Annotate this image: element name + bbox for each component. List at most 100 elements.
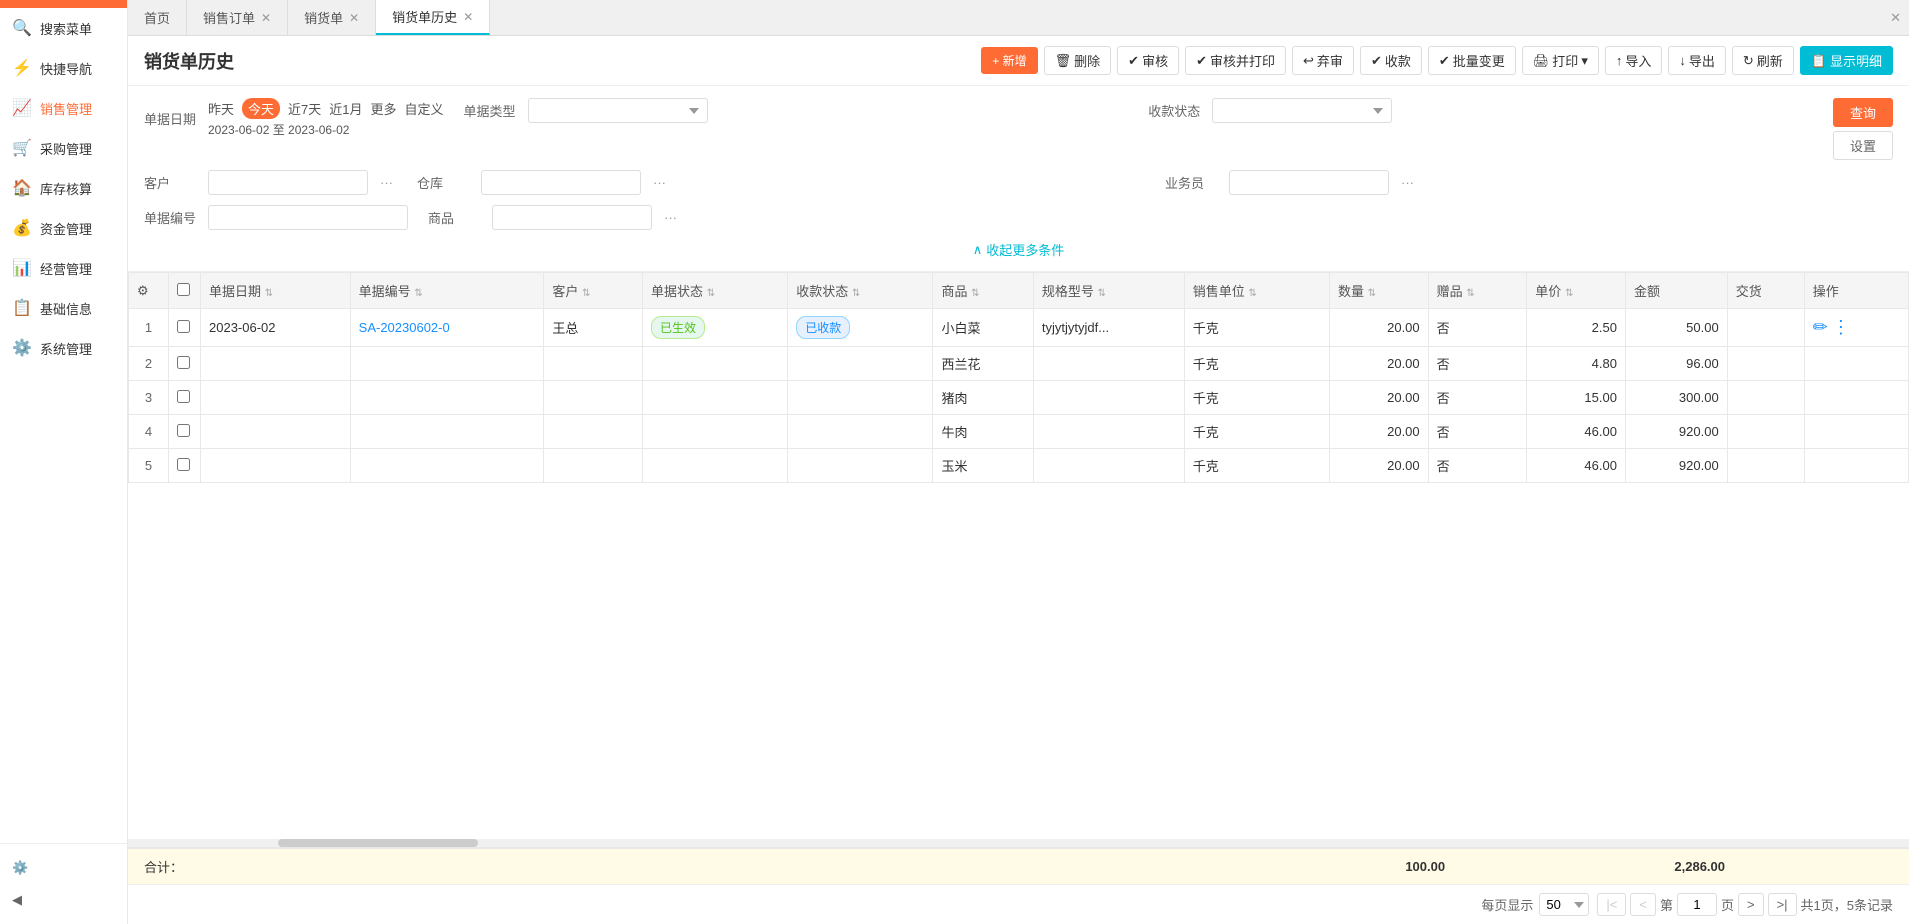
tab-sales-goods-label: 销货单 xyxy=(304,8,343,27)
import-button[interactable]: ↑ 导入 xyxy=(1605,46,1663,75)
last-page-btn[interactable]: >| xyxy=(1768,893,1797,916)
col-gift[interactable]: 赠品 ⇅ xyxy=(1428,273,1527,309)
audit-print-label: 审核并打印 xyxy=(1210,51,1275,70)
scrollbar-thumb[interactable] xyxy=(278,839,478,847)
doc-type-select[interactable] xyxy=(528,98,708,123)
row-doc-number xyxy=(350,449,544,483)
audit-print-button[interactable]: ✔ 审核并打印 xyxy=(1185,46,1286,75)
col-settings[interactable]: ⚙ xyxy=(129,273,169,309)
row-checkbox[interactable] xyxy=(169,309,201,347)
row-gift: 否 xyxy=(1428,309,1527,347)
row-select-checkbox[interactable] xyxy=(177,356,190,369)
sidebar-item-basic-info[interactable]: 📋 基础信息 xyxy=(0,288,127,328)
print-button[interactable]: 🖨 打印 ▾ xyxy=(1522,46,1599,75)
horizontal-scrollbar[interactable] xyxy=(128,839,1909,847)
date-tab-more[interactable]: 更多 xyxy=(371,99,397,118)
date-tab-today[interactable]: 今天 xyxy=(242,98,280,119)
sidebar-item-operations[interactable]: 📊 经营管理 xyxy=(0,248,127,288)
col-sales-unit[interactable]: 销售单位 ⇅ xyxy=(1184,273,1329,309)
row-checkbox[interactable] xyxy=(169,415,201,449)
table-row: 5 玉米 千克 20.00 否 46.00 920.00 xyxy=(129,449,1909,483)
sidebar-collapse-btn[interactable]: ◀ xyxy=(0,884,127,916)
show-detail-button[interactable]: 📋 显示明细 xyxy=(1800,46,1893,75)
date-tab-7days[interactable]: 近7天 xyxy=(288,99,321,118)
prev-page-btn[interactable]: < xyxy=(1630,893,1656,916)
detail-icon: 📋 xyxy=(1811,53,1827,69)
sidebar-item-sys-mgmt[interactable]: ⚙️ 系统管理 xyxy=(0,328,127,368)
tab-sales-goods-close[interactable]: ✕ xyxy=(349,11,359,25)
row-doc-date: 2023-06-02 xyxy=(201,309,351,347)
payment-status-select[interactable] xyxy=(1212,98,1392,123)
doc-number-link[interactable]: SA-20230602-0 xyxy=(359,320,450,335)
collapse-button[interactable]: ∧ 收起更多条件 xyxy=(144,240,1893,259)
date-tab-1month[interactable]: 近1月 xyxy=(329,99,362,118)
setting-button[interactable]: 设置 xyxy=(1833,131,1893,160)
tab-sales-history-close[interactable]: ✕ xyxy=(463,10,473,24)
salesperson-input[interactable] xyxy=(1229,170,1389,195)
more-action-btn[interactable]: ⋮ xyxy=(1832,317,1850,337)
product-input[interactable] xyxy=(492,205,652,230)
tab-sales-goods[interactable]: 销货单 ✕ xyxy=(288,0,376,35)
row-select-checkbox[interactable] xyxy=(177,424,190,437)
tab-home[interactable]: 首页 xyxy=(128,0,187,35)
sidebar-item-quick-nav[interactable]: ⚡ 快捷导航 xyxy=(0,48,127,88)
delete-button[interactable]: 🗑 删除 xyxy=(1044,46,1112,75)
tab-close-all[interactable]: ✕ xyxy=(1890,10,1909,26)
next-page-btn[interactable]: > xyxy=(1738,893,1764,916)
doc-number-input[interactable] xyxy=(208,205,408,230)
row-select-checkbox[interactable] xyxy=(177,458,190,471)
query-button[interactable]: 查询 xyxy=(1833,98,1893,127)
abandon-button[interactable]: ↩ 弃审 xyxy=(1292,46,1354,75)
sidebar-item-purchase-mgmt[interactable]: 🛒 采购管理 xyxy=(0,128,127,168)
edit-action-btn[interactable]: ✏ xyxy=(1813,317,1828,337)
col-quantity[interactable]: 数量 ⇅ xyxy=(1330,273,1429,309)
col-payment-status[interactable]: 收款状态 ⇅ xyxy=(788,273,933,309)
row-doc-date xyxy=(201,415,351,449)
warehouse-ellipsis[interactable]: ··· xyxy=(649,175,670,190)
col-checkbox[interactable] xyxy=(169,273,201,309)
warehouse-input[interactable] xyxy=(481,170,641,195)
col-doc-number[interactable]: 单据编号 ⇅ xyxy=(350,273,544,309)
tab-sales-history[interactable]: 销货单历史 ✕ xyxy=(376,0,490,35)
sidebar-settings-btn[interactable]: ⚙️ xyxy=(0,852,127,884)
salesperson-ellipsis[interactable]: ··· xyxy=(1397,175,1418,190)
row-checkbox[interactable] xyxy=(169,347,201,381)
col-doc-status[interactable]: 单据状态 ⇅ xyxy=(643,273,788,309)
export-button[interactable]: ↓ 导出 xyxy=(1668,46,1726,75)
tab-sales-order-close[interactable]: ✕ xyxy=(261,11,271,25)
row-gift: 否 xyxy=(1428,449,1527,483)
row-select-checkbox[interactable] xyxy=(177,390,190,403)
row-select-checkbox[interactable] xyxy=(177,320,190,333)
col-amount[interactable]: 金额 xyxy=(1625,273,1727,309)
per-page-select[interactable]: 50 100 xyxy=(1539,893,1589,916)
customer-input[interactable] xyxy=(208,170,368,195)
row-checkbox[interactable] xyxy=(169,449,201,483)
col-unit-price[interactable]: 单价 ⇅ xyxy=(1527,273,1626,309)
col-customer[interactable]: 客户 ⇅ xyxy=(544,273,643,309)
first-page-btn[interactable]: |< xyxy=(1597,893,1626,916)
product-ellipsis[interactable]: ··· xyxy=(660,210,681,225)
audit-button[interactable]: ✔ 审核 xyxy=(1117,46,1179,75)
sidebar-item-search-menu[interactable]: 🔍 搜索菜单 xyxy=(0,8,127,48)
batch-change-button[interactable]: ✔ 批量变更 xyxy=(1428,46,1516,75)
page-input[interactable] xyxy=(1677,893,1717,916)
filter-product: 商品 ··· xyxy=(428,205,1893,230)
date-tab-yesterday[interactable]: 昨天 xyxy=(208,99,234,118)
sidebar-item-inventory[interactable]: 🏠 库存核算 xyxy=(0,168,127,208)
tab-sales-order[interactable]: 销售订单 ✕ xyxy=(187,0,288,35)
col-doc-date[interactable]: 单据日期 ⇅ xyxy=(201,273,351,309)
sidebar-item-sales-mgmt[interactable]: 📈 销售管理 xyxy=(0,88,127,128)
import-label: 导入 xyxy=(1625,51,1651,70)
sidebar-item-finance[interactable]: 💰 资金管理 xyxy=(0,208,127,248)
col-spec-type[interactable]: 规格型号 ⇅ xyxy=(1033,273,1184,309)
collect-button[interactable]: ✔ 收款 xyxy=(1360,46,1422,75)
table-settings-icon[interactable]: ⚙ xyxy=(137,283,149,298)
customer-ellipsis[interactable]: ··· xyxy=(376,175,397,190)
filter-customer: 客户 ··· xyxy=(144,170,397,195)
refresh-button[interactable]: ↻ 刷新 xyxy=(1732,46,1794,75)
select-all-checkbox[interactable] xyxy=(177,283,190,296)
row-checkbox[interactable] xyxy=(169,381,201,415)
date-tab-custom[interactable]: 自定义 xyxy=(405,99,444,118)
new-button[interactable]: + 新增 xyxy=(981,47,1037,74)
col-product[interactable]: 商品 ⇅ xyxy=(933,273,1033,309)
